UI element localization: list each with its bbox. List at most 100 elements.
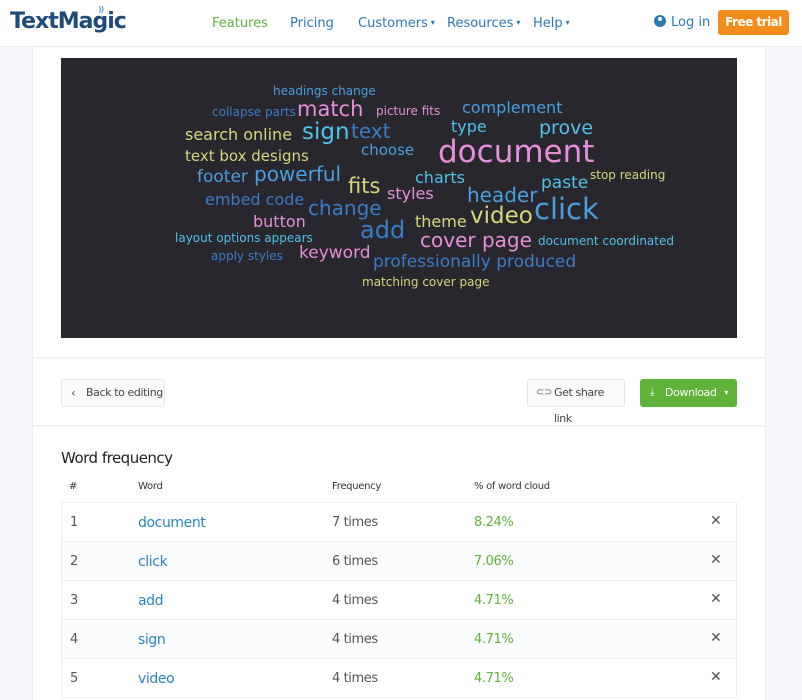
- textmagic-logo[interactable]: TextMagic )): [10, 5, 127, 34]
- cloud-word: layout options appears: [175, 231, 313, 245]
- row-percent: 8.24%: [474, 515, 514, 530]
- right-gutter: [765, 47, 802, 700]
- row-word[interactable]: document: [138, 515, 206, 531]
- nav-help[interactable]: Help ▾: [533, 16, 570, 31]
- cloud-word: sign: [302, 119, 350, 145]
- column-header-number: #: [69, 481, 78, 492]
- word-frequency-title: Word frequency: [61, 449, 173, 467]
- table-row: 5 video 4 times 4.71% ✕: [62, 659, 736, 698]
- row-word[interactable]: click: [138, 554, 168, 570]
- close-icon[interactable]: ✕: [710, 591, 722, 607]
- cloud-word: search online: [185, 125, 293, 144]
- cloud-word: header: [467, 183, 538, 207]
- column-header-frequency[interactable]: Frequency: [332, 481, 381, 492]
- row-number: 2: [70, 554, 78, 569]
- close-icon[interactable]: ✕: [710, 552, 722, 568]
- free-trial-button[interactable]: Free trial: [718, 10, 789, 35]
- row-frequency: 4 times: [332, 593, 378, 608]
- cloud-word: change: [308, 196, 382, 220]
- row-word[interactable]: video: [138, 671, 175, 687]
- login-link[interactable]: Log in: [654, 15, 710, 30]
- row-number: 3: [70, 593, 78, 608]
- table-row: 1 document 7 times 8.24% ✕: [62, 503, 736, 542]
- nav-label: Pricing: [290, 16, 334, 31]
- get-share-link-button[interactable]: ⊂⊃ Get share link: [527, 379, 625, 425]
- cloud-word: collapse parts: [212, 105, 296, 119]
- cloud-word: powerful: [254, 162, 342, 186]
- download-button[interactable]: ⤓ Download ▾: [640, 379, 737, 407]
- nav-label: Customers: [358, 16, 428, 31]
- row-word[interactable]: sign: [138, 632, 166, 648]
- cloud-word: video: [470, 203, 533, 229]
- logo-text: TextMagic: [10, 9, 127, 34]
- row-number: 1: [70, 515, 78, 530]
- cloud-word: document: [438, 134, 595, 170]
- download-label: Download: [665, 386, 717, 399]
- cloud-word: matching cover page: [362, 275, 490, 289]
- user-circle-icon: [654, 15, 666, 27]
- signal-icon: )): [98, 5, 104, 14]
- cloud-word: picture fits: [376, 104, 441, 118]
- table-row: 4 sign 4 times 4.71% ✕: [62, 620, 736, 659]
- cloud-word: stop reading: [590, 168, 666, 182]
- cloud-word: fits: [348, 174, 381, 198]
- caret-down-icon[interactable]: ▾: [724, 379, 728, 407]
- top-navigation-bar: TextMagic )) Features Pricing Customers ▾…: [0, 0, 802, 47]
- word-frequency-table: 1 document 7 times 8.24% ✕ 2 click 6 tim…: [61, 502, 737, 698]
- column-header-word[interactable]: Word: [138, 481, 163, 492]
- row-percent: 4.71%: [474, 671, 514, 686]
- chevron-left-icon: ‹: [71, 386, 76, 400]
- row-word[interactable]: add: [138, 593, 164, 609]
- nav-resources[interactable]: Resources ▾: [447, 16, 520, 31]
- caret-down-icon: ▾: [565, 18, 570, 27]
- close-icon[interactable]: ✕: [710, 669, 722, 685]
- table-row: 2 click 6 times 7.06% ✕: [62, 542, 736, 581]
- cloud-word: type: [451, 117, 487, 136]
- cloud-word: cover page: [420, 228, 532, 252]
- caret-down-icon: ▾: [430, 18, 435, 27]
- cloud-word: keyword: [299, 243, 371, 263]
- cloud-word: match: [297, 97, 364, 121]
- cloud-word: paste: [541, 173, 589, 193]
- cloud-word: choose: [361, 141, 415, 159]
- row-percent: 4.71%: [474, 593, 514, 608]
- cloud-word: add: [360, 216, 406, 244]
- row-percent: 7.06%: [474, 554, 514, 569]
- row-frequency: 4 times: [332, 671, 378, 686]
- cloud-word: embed code: [205, 190, 305, 209]
- nav-label: Help: [533, 16, 563, 31]
- back-to-editing-button[interactable]: ‹ Back to editing: [61, 379, 165, 407]
- cloud-word: styles: [387, 184, 434, 203]
- nav-label: Features: [212, 16, 268, 31]
- row-frequency: 7 times: [332, 515, 378, 530]
- left-gutter: [0, 47, 33, 700]
- cloud-word: complement: [462, 98, 563, 117]
- row-frequency: 6 times: [332, 554, 378, 569]
- row-number: 4: [70, 632, 78, 647]
- column-header-percent[interactable]: % of word cloud: [474, 481, 550, 492]
- link-icon: ⊂⊃: [536, 387, 552, 398]
- back-label: Back to editing: [86, 386, 163, 399]
- cloud-word: apply styles: [211, 249, 283, 263]
- download-icon: ⤓: [650, 387, 655, 398]
- cloud-word: button: [253, 212, 306, 231]
- cloud-word: document coordinated: [538, 234, 674, 248]
- nav-features[interactable]: Features: [212, 16, 268, 31]
- cloud-word: footer: [197, 167, 248, 187]
- cloud-word: professionally produced: [373, 252, 577, 272]
- nav-pricing[interactable]: Pricing: [290, 16, 334, 31]
- cloud-word: click: [534, 192, 599, 226]
- row-percent: 4.71%: [474, 632, 514, 647]
- table-row: 3 add 4 times 4.71% ✕: [62, 581, 736, 620]
- close-icon[interactable]: ✕: [710, 513, 722, 529]
- nav-customers[interactable]: Customers ▾: [358, 16, 435, 31]
- close-icon[interactable]: ✕: [710, 630, 722, 646]
- cloud-word: headings change: [273, 84, 376, 98]
- word-cloud-canvas: headings change collapse parts match pictur…: [61, 58, 737, 338]
- row-frequency: 4 times: [332, 632, 378, 647]
- login-label: Log in: [671, 15, 711, 30]
- nav-label: Resources: [447, 16, 514, 31]
- caret-down-icon: ▾: [516, 18, 521, 27]
- row-number: 5: [70, 671, 78, 686]
- cloud-word: text: [351, 119, 391, 143]
